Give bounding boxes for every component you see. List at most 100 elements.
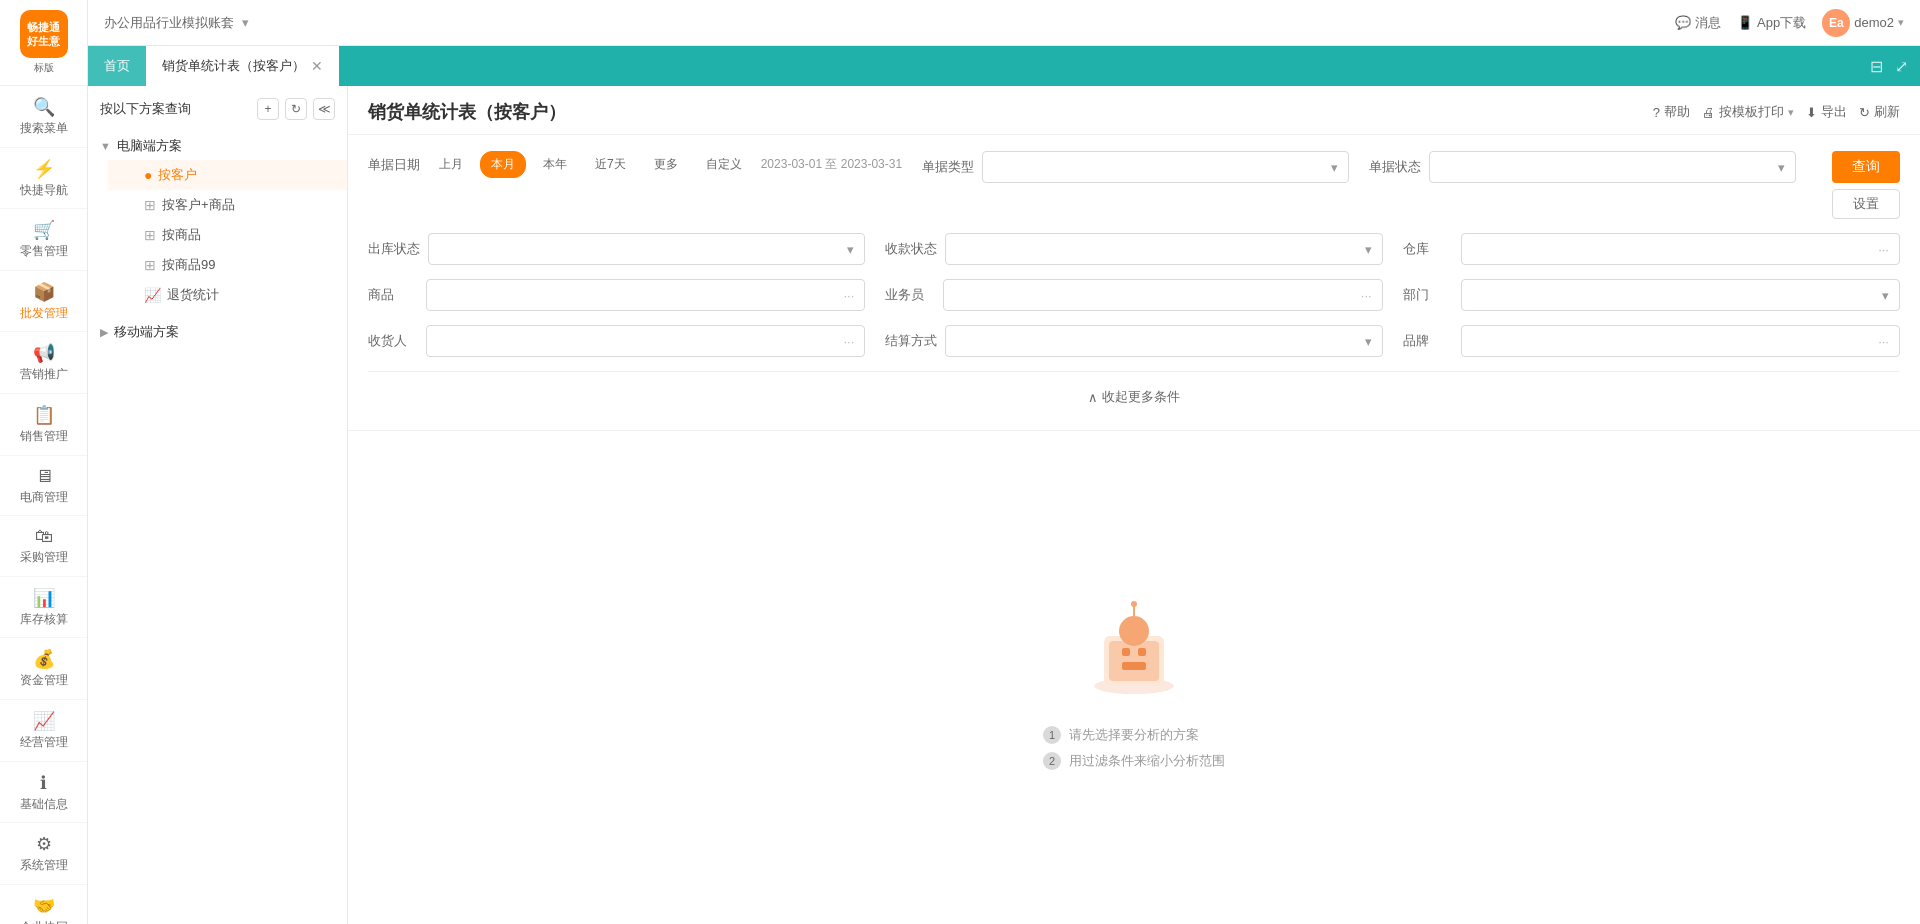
return-stats-icon: 📈 — [144, 287, 161, 303]
tabbar: 首页 销货单统计表（按客户） ✕ ⊟ ⤢ — [88, 46, 1920, 86]
tab-close-icon[interactable]: ✕ — [311, 58, 323, 74]
tab-minimize-button[interactable]: ⊟ — [1866, 53, 1887, 80]
ship-status-select[interactable]: ▾ — [428, 233, 865, 265]
date-btn-this-year[interactable]: 本年 — [532, 151, 578, 178]
tree-group-mobile-header[interactable]: ▶ 移动端方案 — [88, 318, 347, 346]
tree-group-desktop-label: 电脑端方案 — [117, 137, 182, 155]
collapse-more-button[interactable]: ∧ 收起更多条件 — [368, 380, 1900, 414]
topbar-dropdown-icon[interactable]: ▾ — [242, 15, 249, 30]
date-btn-last-7-days[interactable]: 近7天 — [584, 151, 637, 178]
sidebar-item-basic-info[interactable]: ℹ 基础信息 — [0, 762, 87, 824]
refresh-button[interactable]: ↻ 刷新 — [1859, 103, 1900, 121]
sales-stats-tab-label: 销货单统计表（按客户） — [162, 57, 305, 75]
sidebar-item-retail[interactable]: 🛒 零售管理 — [0, 209, 87, 271]
payment-status-select[interactable]: ▾ — [945, 233, 1382, 265]
goods-filter: 商品 ··· — [368, 279, 865, 311]
tree-item-by-goods-99[interactable]: ⊞ 按商品99 — [108, 250, 347, 280]
basic-info-icon: ℹ — [40, 772, 47, 794]
sidebar-item-sales-mgmt[interactable]: 📋 销售管理 — [0, 394, 87, 456]
settlement-dropdown-icon: ▾ — [1365, 334, 1372, 349]
add-scheme-button[interactable]: + — [257, 98, 279, 120]
tab-home[interactable]: 首页 — [88, 46, 146, 86]
sidebar-item-operations[interactable]: 📈 经营管理 — [0, 700, 87, 762]
brand-input[interactable]: ··· — [1461, 325, 1900, 357]
order-status-label: 单据状态 — [1369, 158, 1421, 176]
filter-row-4: 收货人 ··· 结算方式 ▾ 品牌 — [368, 325, 1900, 357]
tree-item-by-customer[interactable]: ● 按客户 — [108, 160, 347, 190]
settings-button[interactable]: 设置 — [1832, 189, 1900, 219]
query-button[interactable]: 查询 — [1832, 151, 1900, 183]
help-label: 帮助 — [1664, 103, 1690, 121]
tree-item-by-goods[interactable]: ⊞ 按商品 — [108, 220, 347, 250]
warehouse-filter: 仓库 ··· — [1403, 233, 1900, 265]
salesperson-label: 业务员 — [885, 286, 935, 304]
user-name: demo2 — [1854, 15, 1894, 30]
tree-item-by-customer-goods[interactable]: ⊞ 按客户+商品 — [108, 190, 347, 220]
sidebar-item-label: 资金管理 — [20, 673, 68, 689]
page-title: 销货单统计表（按客户） — [368, 100, 566, 124]
tabbar-actions: ⊟ ⤢ — [1866, 53, 1920, 80]
date-btn-last-month[interactable]: 上月 — [428, 151, 474, 178]
user-menu[interactable]: Ea demo2 ▾ — [1822, 9, 1904, 37]
payment-status-filter: 收款状态 ▾ — [885, 233, 1382, 265]
svg-point-3 — [1119, 616, 1149, 646]
order-type-select[interactable]: ▾ — [982, 151, 1349, 183]
print-button[interactable]: 🖨 按模板打印 ▾ — [1702, 103, 1794, 121]
sidebar-item-label: 采购管理 — [20, 550, 68, 566]
topbar-right: 💬 消息 📱 App下载 Ea demo2 ▾ — [1675, 9, 1904, 37]
user-dropdown-icon: ▾ — [1898, 16, 1904, 29]
sidebar-item-wholesale[interactable]: 📦 批发管理 — [0, 271, 87, 333]
sidebar-item-marketing[interactable]: 📢 营销推广 — [0, 332, 87, 394]
operations-icon: 📈 — [33, 710, 55, 732]
settlement-select[interactable]: ▾ — [945, 325, 1382, 357]
tab-sales-stats[interactable]: 销货单统计表（按客户） ✕ — [146, 46, 339, 86]
sidebar-item-system[interactable]: ⚙ 系统管理 — [0, 823, 87, 885]
left-panel: 按以下方案查询 + ↻ ≪ ▼ 电脑端方案 ● 按客户 — [88, 86, 348, 924]
tab-maximize-button[interactable]: ⤢ — [1891, 53, 1912, 80]
sidebar-item-label: 零售管理 — [20, 244, 68, 260]
sidebar-item-purchase[interactable]: 🛍 采购管理 — [0, 516, 87, 577]
goods-input[interactable]: ··· — [426, 279, 865, 311]
date-btn-this-month[interactable]: 本月 — [480, 151, 526, 178]
message-button[interactable]: 💬 消息 — [1675, 14, 1721, 32]
sidebar-item-cooperation[interactable]: 🤝 企业协同 — [0, 885, 87, 924]
filter-row-3: 商品 ··· 业务员 ··· 部门 — [368, 279, 1900, 311]
refresh-scheme-button[interactable]: ↻ — [285, 98, 307, 120]
empty-tips: 1 请先选择要分析的方案 2 用过滤条件来缩小分析范围 — [1043, 726, 1225, 770]
export-button[interactable]: ⬇ 导出 — [1806, 103, 1847, 121]
sidebar-item-search[interactable]: 🔍 搜索菜单 — [0, 86, 87, 148]
help-button[interactable]: ? 帮助 — [1653, 103, 1690, 121]
warehouse-input[interactable]: ··· — [1461, 233, 1900, 265]
empty-tip-1: 1 请先选择要分析的方案 — [1043, 726, 1225, 744]
ship-status-filter: 出库状态 ▾ — [368, 233, 865, 265]
sidebar-item-quick-nav[interactable]: ⚡ 快捷导航 — [0, 148, 87, 210]
home-tab-label: 首页 — [104, 57, 130, 75]
goods-dots: ··· — [843, 288, 854, 303]
salesperson-filter: 业务员 ··· — [885, 279, 1382, 311]
page-header-actions: ? 帮助 🖨 按模板打印 ▾ ⬇ 导出 ↻ 刷新 — [1653, 103, 1900, 121]
topbar-title: 办公用品行业模拟账套 — [104, 14, 234, 32]
export-label: 导出 — [1821, 103, 1847, 121]
sidebar-item-label: 电商管理 — [20, 490, 68, 506]
by-goods-icon: ⊞ — [144, 227, 156, 243]
department-select[interactable]: ▾ — [1461, 279, 1900, 311]
order-status-select[interactable]: ▾ — [1429, 151, 1796, 183]
department-label: 部门 — [1403, 286, 1453, 304]
order-status-dropdown-icon: ▾ — [1778, 160, 1785, 175]
sidebar-item-finance[interactable]: 💰 资金管理 — [0, 638, 87, 700]
brand-label: 品牌 — [1403, 332, 1453, 350]
logo[interactable]: 畅捷通好生意 标版 — [0, 0, 87, 86]
tree-item-return-stats[interactable]: 📈 退货统计 — [108, 280, 347, 310]
date-btn-custom[interactable]: 自定义 — [695, 151, 753, 178]
tree-group-desktop-header[interactable]: ▼ 电脑端方案 — [88, 132, 347, 160]
salesperson-input[interactable]: ··· — [943, 279, 1382, 311]
empty-state: 1 请先选择要分析的方案 2 用过滤条件来缩小分析范围 — [348, 431, 1920, 924]
recipient-input[interactable]: ··· — [426, 325, 865, 357]
tree-group-desktop: ▼ 电脑端方案 ● 按客户 ⊞ 按客户+商品 ⊞ 按商品 — [88, 128, 347, 314]
app-download-button[interactable]: 📱 App下载 — [1737, 14, 1806, 32]
sidebar-item-inventory[interactable]: 📊 库存核算 — [0, 577, 87, 639]
date-btn-more[interactable]: 更多 — [643, 151, 689, 178]
collapse-panel-button[interactable]: ≪ — [313, 98, 335, 120]
sidebar-item-ecommerce[interactable]: 🖥 电商管理 — [0, 456, 87, 517]
by-customer-goods-icon: ⊞ — [144, 197, 156, 213]
